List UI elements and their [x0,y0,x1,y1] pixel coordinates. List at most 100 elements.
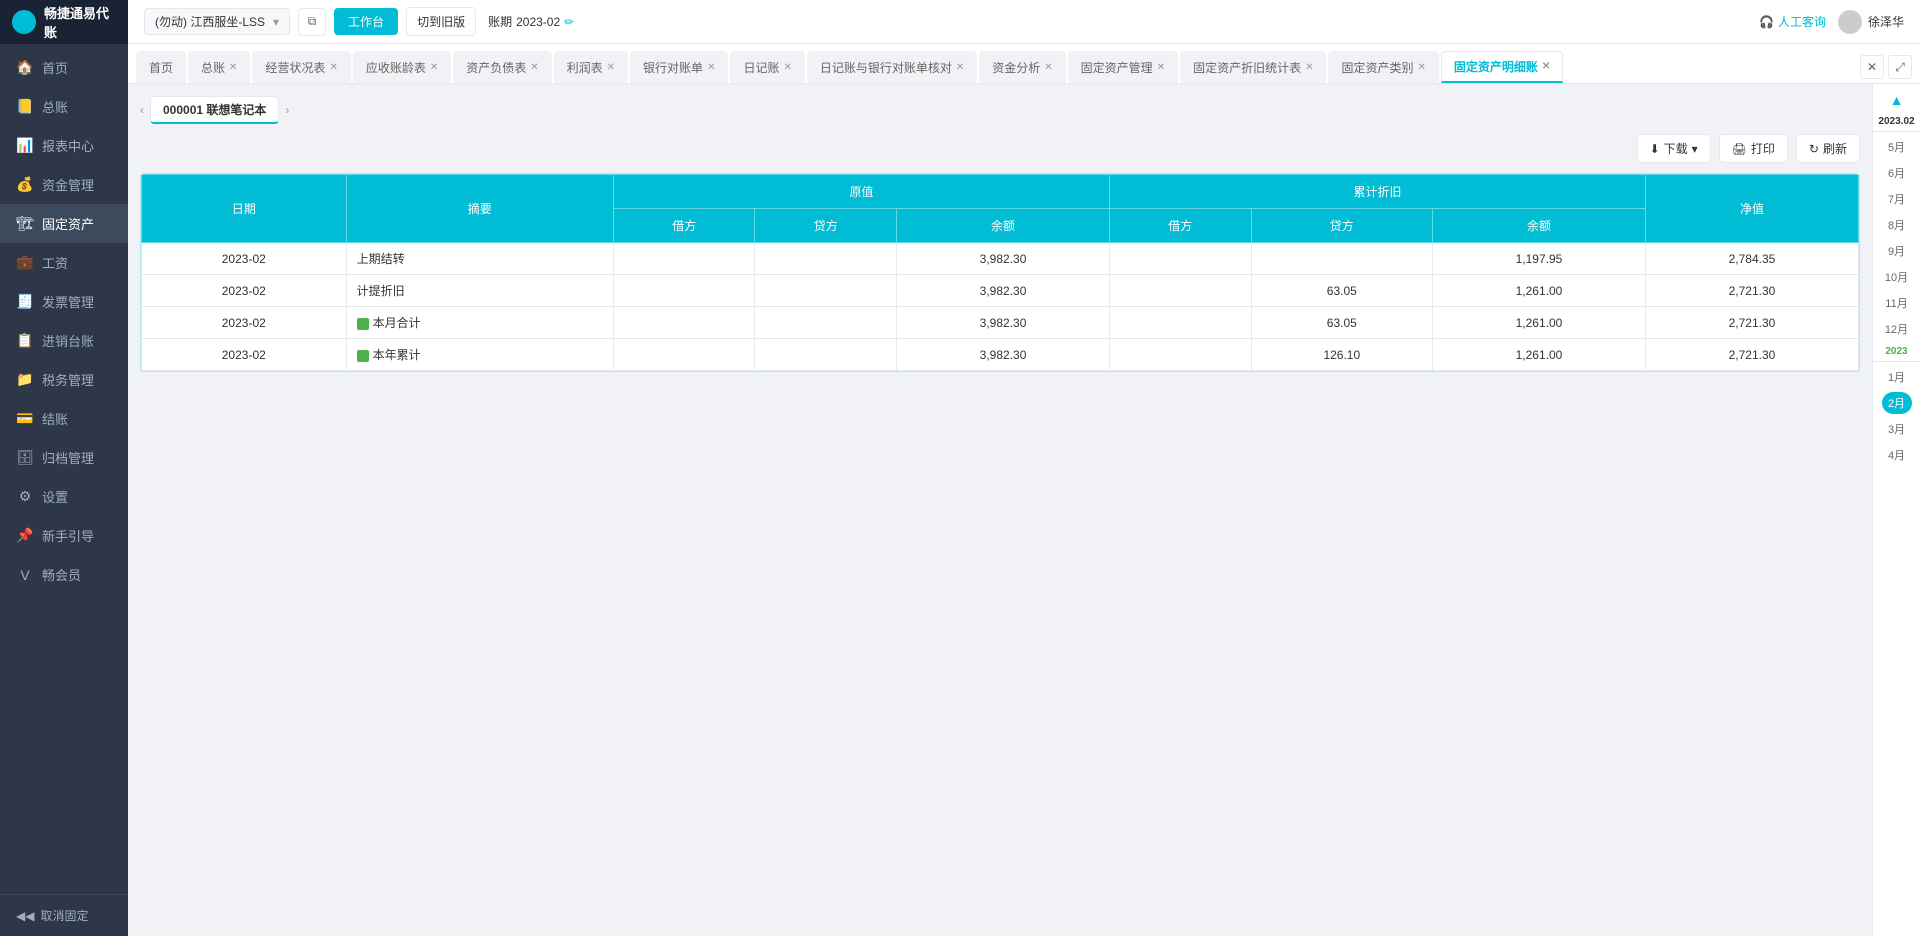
date-nav-month-6[interactable]: 6月 [1873,160,1920,186]
sidebar-item-总账[interactable]: 📒总账 [0,87,128,126]
sidebar-item-首页[interactable]: 🏠首页 [0,48,128,87]
breadcrumb-item[interactable]: 000001 联想笔记本 [150,96,279,124]
sidebar-item-进销台账[interactable]: 📋进销台账 [0,321,128,360]
breadcrumb-left-arrow[interactable]: ‹ [140,103,144,117]
tab-0[interactable]: 首页 [136,51,186,83]
tab-close-12[interactable]: ✕ [1418,62,1426,73]
date-nav-month-1[interactable]: 1月 [1873,364,1920,390]
tab-close-2[interactable]: ✕ [329,62,337,73]
company-selector[interactable]: (勿动) 江西服坐-LSS ▾ [144,8,290,35]
tab-close-6[interactable]: ✕ [707,62,715,73]
cell-net-value-2: 2,721.30 [1645,307,1858,339]
help-button[interactable]: 🎧 人工客询 [1759,13,1826,30]
table-row: 2023-02 本年累计 3,982.30 126.10 1,261.00 2,… [142,339,1859,371]
date-nav-month-2-active[interactable]: 2月 [1873,390,1920,416]
tab-close-5[interactable]: ✕ [607,62,615,73]
cell-dep-balance-0: 1,197.95 [1433,243,1646,275]
tab-10[interactable]: 固定资产管理✕ [1068,51,1178,83]
sidebar-label-3: 资金管理 [42,175,94,194]
sidebar-item-归档管理[interactable]: 🗄归档管理 [0,438,128,477]
refresh-button[interactable]: ↻ 刷新 [1796,134,1860,163]
tab-7[interactable]: 日记账 ✕ [730,51,804,83]
tab-8[interactable]: 日记账与银行对账单核对✕ [807,51,977,83]
download-label: 下载 [1664,140,1688,157]
cell-dep-balance-2: 1,261.00 [1433,307,1646,339]
close-all-tabs-button[interactable]: ✕ [1860,55,1884,79]
sidebar-item-畅会员[interactable]: V畅会员 [0,555,128,594]
tab-4[interactable]: 资产负债表 ✕ [453,51,551,83]
breadcrumb-right-arrow[interactable]: › [285,103,289,117]
tab-close-13[interactable]: ✕ [1542,61,1550,72]
tab-3[interactable]: 应收账龄表✕ [353,51,451,83]
cell-desc-1: 计提折旧 [346,275,613,307]
topbar-right: 🎧 人工客询 徐泽华 [1759,10,1904,34]
help-label: 人工客询 [1778,13,1826,30]
user-menu[interactable]: 徐泽华 [1838,10,1904,34]
tab-close-4[interactable]: ✕ [530,62,538,73]
sidebar-icon-5: 💼 [16,254,34,272]
tab-close-9[interactable]: ✕ [1044,62,1052,73]
headset-icon: 🎧 [1759,15,1774,29]
user-avatar [1838,10,1862,34]
cell-dep-debit-2 [1110,307,1252,339]
sidebar-item-新手引导[interactable]: 📌新手引导 [0,516,128,555]
workbench-button[interactable]: 工作台 [334,8,398,35]
tab-label-7: 日记账 [743,59,779,76]
tab-close-7[interactable]: ✕ [783,62,791,73]
sidebar-item-报表中心[interactable]: 📊报表中心 [0,126,128,165]
sidebar-item-资金管理[interactable]: 💰资金管理 [0,165,128,204]
date-nav-month-11[interactable]: 11月 [1873,290,1920,316]
switch-version-button[interactable]: 切到旧版 [406,7,476,36]
date-nav-month-3[interactable]: 3月 [1873,416,1920,442]
sidebar-item-税务管理[interactable]: 📁税务管理 [0,360,128,399]
col-dep-debit: 借方 [1110,209,1252,243]
date-nav-scroll-up[interactable]: ▲ [1873,88,1920,112]
tab-1[interactable]: 总账✕ [188,51,250,83]
download-button[interactable]: ⬇ 下载 ▾ [1637,134,1711,163]
tab-6[interactable]: 银行对账单 ✕ [630,51,728,83]
date-nav-month-8[interactable]: 8月 [1873,212,1920,238]
cell-date-0: 2023-02 [142,243,347,275]
sidebar-item-结账[interactable]: 💳结账 [0,399,128,438]
tab-11[interactable]: 固定资产折旧统计表✕ [1180,51,1326,83]
content-area: ‹ 000001 联想笔记本 › ⬇ 下载 ▾ 🖨 打印 ↻ [128,84,1920,936]
copy-button[interactable]: ⧉ [298,8,326,36]
tab-label-6: 银行对账单 [643,59,703,76]
cell-desc-0: 上期结转 [346,243,613,275]
date-nav-month-10[interactable]: 10月 [1873,264,1920,290]
sidebar-icon-6: 🧾 [16,293,34,311]
period-edit-icon[interactable]: ✏ [564,15,574,29]
sidebar-item-发票管理[interactable]: 🧾发票管理 [0,282,128,321]
date-nav-year-2023: 2023 [1873,342,1920,362]
row-badge-2 [357,318,369,330]
tab-label-4: 资产负债表 [466,59,526,76]
sidebar-item-工资[interactable]: 💼工资 [0,243,128,282]
tab-close-1[interactable]: ✕ [229,62,237,73]
table-row: 2023-02 本月合计 3,982.30 63.05 1,261.00 2,7… [142,307,1859,339]
date-nav-month-7[interactable]: 7月 [1873,186,1920,212]
company-name: (勿动) 江西服坐-LSS [155,13,265,30]
date-nav-month-9[interactable]: 9月 [1873,238,1920,264]
print-icon: 🖨 [1732,142,1747,156]
date-nav-month-5[interactable]: 5月 [1873,134,1920,160]
tab-close-8[interactable]: ✕ [956,62,964,73]
date-nav-month-12[interactable]: 12月 [1873,316,1920,342]
col-orig-credit: 贷方 [755,209,897,243]
cell-dep-credit-0 [1251,243,1432,275]
sidebar-item-设置[interactable]: ⚙设置 [0,477,128,516]
tab-12[interactable]: 固定资产类别✕ [1328,51,1438,83]
cell-net-value-3: 2,721.30 [1645,339,1858,371]
tab-close-3[interactable]: ✕ [430,62,438,73]
sidebar-icon-2: 📊 [16,137,34,155]
tab-2[interactable]: 经营状况表✕ [252,51,350,83]
tab-close-11[interactable]: ✕ [1305,62,1313,73]
maximize-button[interactable]: ⤢ [1888,55,1912,79]
sidebar-footer[interactable]: ◀◀ 取消固定 [0,894,128,936]
tab-9[interactable]: 资金分析✕ [979,51,1065,83]
print-button[interactable]: 🖨 打印 [1719,134,1788,163]
tab-5[interactable]: 利润表✕ [554,51,628,83]
date-nav-month-4[interactable]: 4月 [1873,442,1920,468]
sidebar-item-固定资产[interactable]: 🏗固定资产 [0,204,128,243]
tab-close-10[interactable]: ✕ [1157,62,1165,73]
tab-13[interactable]: 固定资产明细账✕ [1441,51,1563,83]
